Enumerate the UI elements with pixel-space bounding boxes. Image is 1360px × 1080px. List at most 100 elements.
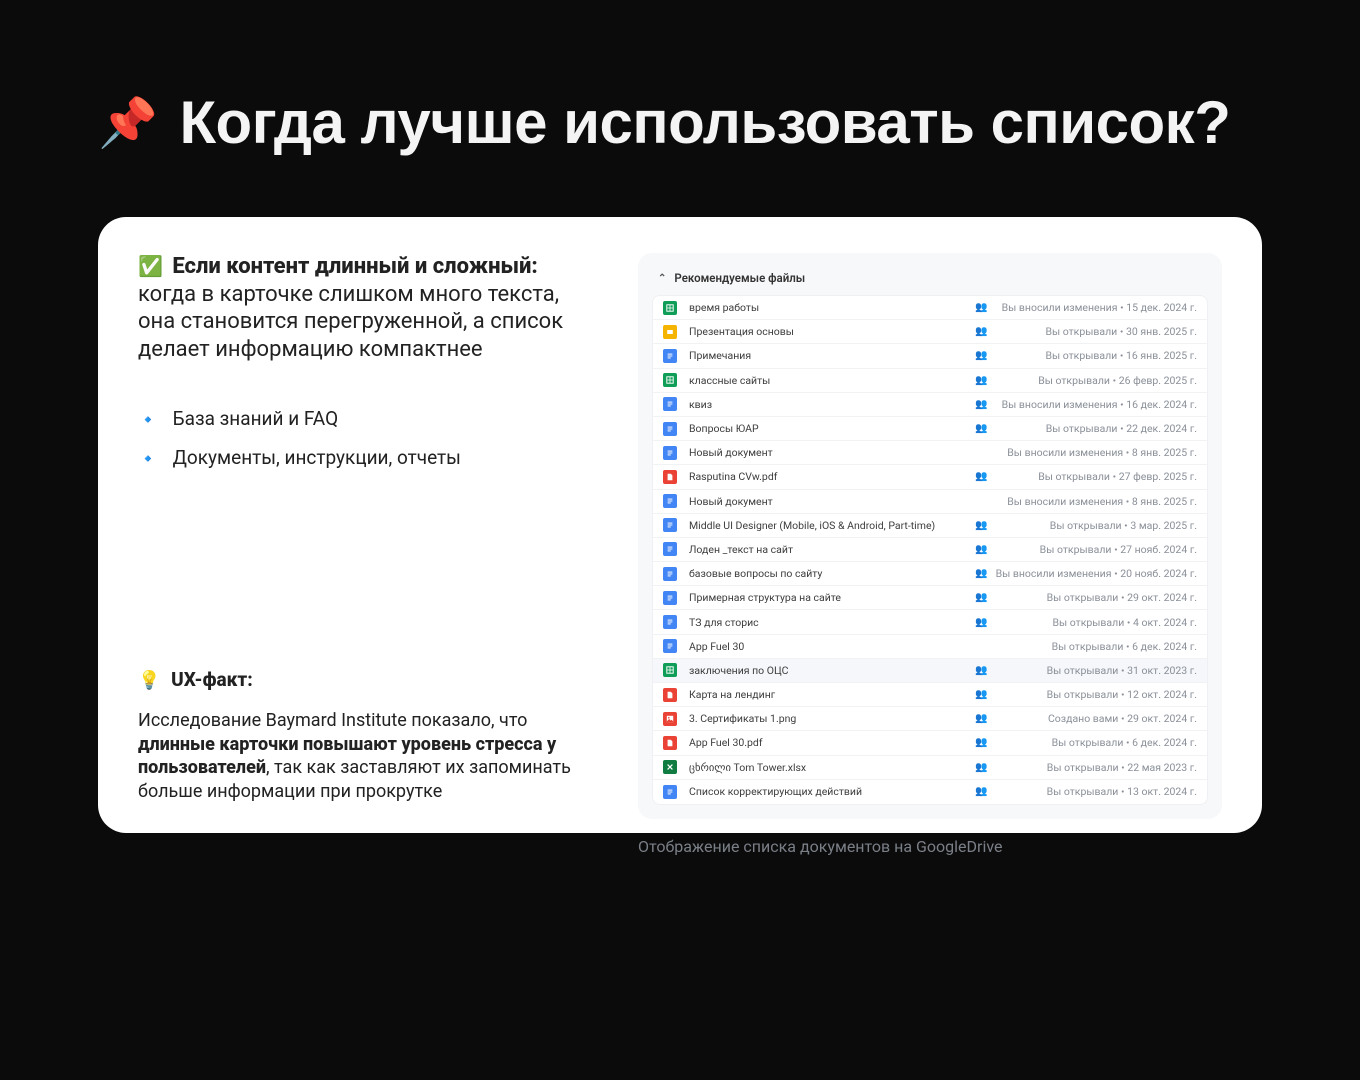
file-row[interactable]: Новый документ Вы вносили изменения • 8 я…: [653, 441, 1207, 465]
drive-panel-title: Рекомендуемые файлы: [674, 271, 805, 285]
slide-title-text: Когда лучше использовать список?: [179, 89, 1230, 156]
file-name: Примерная структура на сайте: [689, 591, 969, 604]
diamond-icon: 🔹: [138, 449, 158, 468]
bullet-text: Документы, инструкции, отчеты: [173, 446, 461, 469]
bulb-icon: 💡: [138, 670, 160, 691]
docs-file-icon: [663, 542, 677, 556]
file-name: классные сайты: [689, 374, 969, 387]
file-row[interactable]: Rasputina CVw.pdf👥Вы открывали • 27 февр…: [653, 465, 1207, 489]
file-meta: Вы открывали • 6 дек. 2024 г.: [1052, 736, 1197, 749]
pdf-file-icon: [663, 736, 677, 750]
file-name: Карта на лендинг: [689, 688, 969, 701]
diamond-icon: 🔹: [138, 410, 158, 429]
file-row[interactable]: базовые вопросы по сайту👥Вы вносили изме…: [653, 562, 1207, 586]
check-icon: ✅: [138, 254, 163, 278]
shared-icon: 👥: [975, 786, 987, 797]
docs-file-icon: [663, 349, 677, 363]
drive-panel: ⌃ Рекомендуемые файлы время работы 👥 Вы вн…: [638, 253, 1222, 819]
file-name: базовые вопросы по сайту: [689, 567, 969, 580]
content-card: ✅ Если контент длинный и сложный: когда …: [98, 217, 1262, 833]
file-row[interactable]: Новый документВы вносили изменения • 8 я…: [653, 490, 1207, 514]
shared-icon: 👥: [975, 399, 987, 410]
docs-file-icon: [663, 591, 677, 605]
shared-icon: 👥: [975, 713, 987, 724]
bullet-text: База знаний и FAQ: [173, 407, 339, 430]
file-row[interactable]: классные сайты 👥 Вы открывали • 26 февр. 2…: [653, 369, 1207, 393]
bullet-list: 🔹 База знаний и FAQ 🔹 Документы, инструк…: [138, 407, 598, 484]
file-name: квиз: [689, 398, 969, 411]
file-meta: Вы открывали • 3 мар. 2025 г.: [1050, 519, 1197, 532]
shared-icon: 👥: [975, 665, 987, 676]
shared-icon: 👥: [975, 617, 987, 628]
chevron-up-icon: ⌃: [658, 273, 666, 284]
subheading-rest: когда в карточке слишком много текста, о…: [138, 282, 563, 362]
docs-file-icon: [663, 567, 677, 581]
file-meta: Создано вами • 29 окт. 2024 г.: [1048, 712, 1197, 725]
file-meta: Вы вносили изменения • 8 янв. 2025 г.: [1007, 446, 1197, 459]
file-meta: Вы открывали • 29 окт. 2024 г.: [1047, 591, 1197, 604]
shared-icon: 👥: [975, 375, 987, 386]
file-meta: Вы вносили изменения • 15 дек. 2024 г.: [1002, 301, 1197, 314]
file-row[interactable]: 3. Сертификаты 1.png 👥 Создано вами • 29 о…: [653, 707, 1207, 731]
drive-panel-header[interactable]: ⌃ Рекомендуемые файлы: [652, 267, 1208, 295]
file-row[interactable]: Карта на лендинг 👥 Вы открывали • 12 окт. …: [653, 683, 1207, 707]
file-meta: Вы открывали • 27 февр. 2025 г.: [1038, 470, 1197, 483]
file-name: Вопросы ЮАР: [689, 422, 969, 435]
file-meta: Вы открывали • 16 янв. 2025 г.: [1045, 349, 1197, 362]
docs-file-icon: [663, 518, 677, 532]
file-name: Лоден _текст на сайт: [689, 543, 969, 556]
file-row[interactable]: квиз 👥 Вы вносили изменения • 16 дек. 2024…: [653, 393, 1207, 417]
file-meta: Вы вносили изменения • 16 дек. 2024 г.: [1002, 398, 1197, 411]
file-name: время работы: [689, 301, 969, 314]
file-row[interactable]: Список корректирующих действий👥Вы открыв…: [653, 780, 1207, 804]
file-name: App Fuel 30.pdf: [689, 736, 969, 749]
left-column: ✅ Если контент длинный и сложный: когда …: [138, 253, 598, 803]
file-row[interactable]: Примерная структура на сайте 👥 Вы открывал…: [653, 586, 1207, 610]
image-file-icon: [663, 712, 677, 726]
shared-icon: 👥: [975, 592, 987, 603]
file-row[interactable]: Вопросы ЮАР 👥 Вы открывали • 22 дек. 2024 …: [653, 417, 1207, 441]
file-meta: Вы открывали • 26 февр. 2025 г.: [1038, 374, 1197, 387]
file-meta: Вы открывали • 30 янв. 2025 г.: [1045, 325, 1197, 338]
file-row[interactable]: Примечания👥Вы открывали • 16 янв. 2025 г…: [653, 344, 1207, 368]
docs-file-icon: [663, 639, 677, 653]
file-meta: Вы открывали • 27 нояб. 2024 г.: [1040, 543, 1197, 556]
sheets-file-icon: [663, 301, 677, 315]
file-row[interactable]: App Fuel 30.pdf👥Вы открывали • 6 дек. 20…: [653, 731, 1207, 755]
shared-icon: 👥: [975, 423, 987, 434]
pdf-file-icon: [663, 470, 677, 484]
shared-icon: 👥: [975, 689, 987, 700]
file-name: ცხრილი Tom Tower.xlsx: [689, 761, 969, 774]
pdf-file-icon: [663, 688, 677, 702]
file-row[interactable]: время работы 👥 Вы вносили изменения • 15 д…: [653, 296, 1207, 320]
file-meta: Вы открывали • 12 окт. 2024 г.: [1047, 688, 1197, 701]
file-row[interactable]: заключения по ОЦС👥Вы открывали • 31 окт.…: [653, 659, 1207, 683]
panel-caption: Отображение списка документов на GoogleD…: [638, 837, 1222, 856]
file-row[interactable]: Middle UI Designer (Mobile, iOS & Androi…: [653, 514, 1207, 538]
slide-title: 📌 Когда лучше использовать список?: [98, 88, 1262, 157]
ux-fact: 💡 UX-факт: Исследование Baymard Institut…: [138, 668, 598, 803]
file-row[interactable]: ცხრილი Tom Tower.xlsx👥Вы открывали • 22 …: [653, 756, 1207, 780]
file-row[interactable]: App Fuel 30Вы открывали • 6 дек. 2024 г.: [653, 635, 1207, 659]
docs-file-icon: [663, 446, 677, 460]
file-meta: Вы открывали • 22 мая 2023 г.: [1047, 761, 1197, 774]
file-row[interactable]: Презентация основы👥Вы открывали • 30 янв…: [653, 320, 1207, 344]
file-name: заключения по ОЦС: [689, 664, 969, 677]
subheading-bold: Если контент длинный и сложный:: [172, 254, 537, 279]
file-name: Новый документ: [689, 446, 969, 459]
file-row[interactable]: Лоден _текст на сайт👥Вы открывали • 27 н…: [653, 538, 1207, 562]
file-name: Middle UI Designer (Mobile, iOS & Androi…: [689, 519, 969, 532]
file-name: Rasputina CVw.pdf: [689, 470, 969, 483]
file-name: 3. Сертификаты 1.png: [689, 712, 969, 725]
file-name: Презентация основы: [689, 325, 969, 338]
bullet-item: 🔹 База знаний и FAQ: [138, 407, 598, 432]
slides-file-icon: [663, 325, 677, 339]
pin-icon: 📌: [98, 97, 157, 150]
file-row[interactable]: ТЗ для сторис 👥 Вы открывали • 4 окт. 2024…: [653, 610, 1207, 634]
file-name: ТЗ для сторис: [689, 616, 969, 629]
ux-fact-title: UX-факт:: [171, 668, 253, 691]
shared-icon: 👥: [975, 302, 987, 313]
file-meta: Вы открывали • 4 окт. 2024 г.: [1052, 616, 1197, 629]
file-meta: Вы открывали • 22 дек. 2024 г.: [1046, 422, 1197, 435]
file-name: App Fuel 30: [689, 640, 969, 653]
